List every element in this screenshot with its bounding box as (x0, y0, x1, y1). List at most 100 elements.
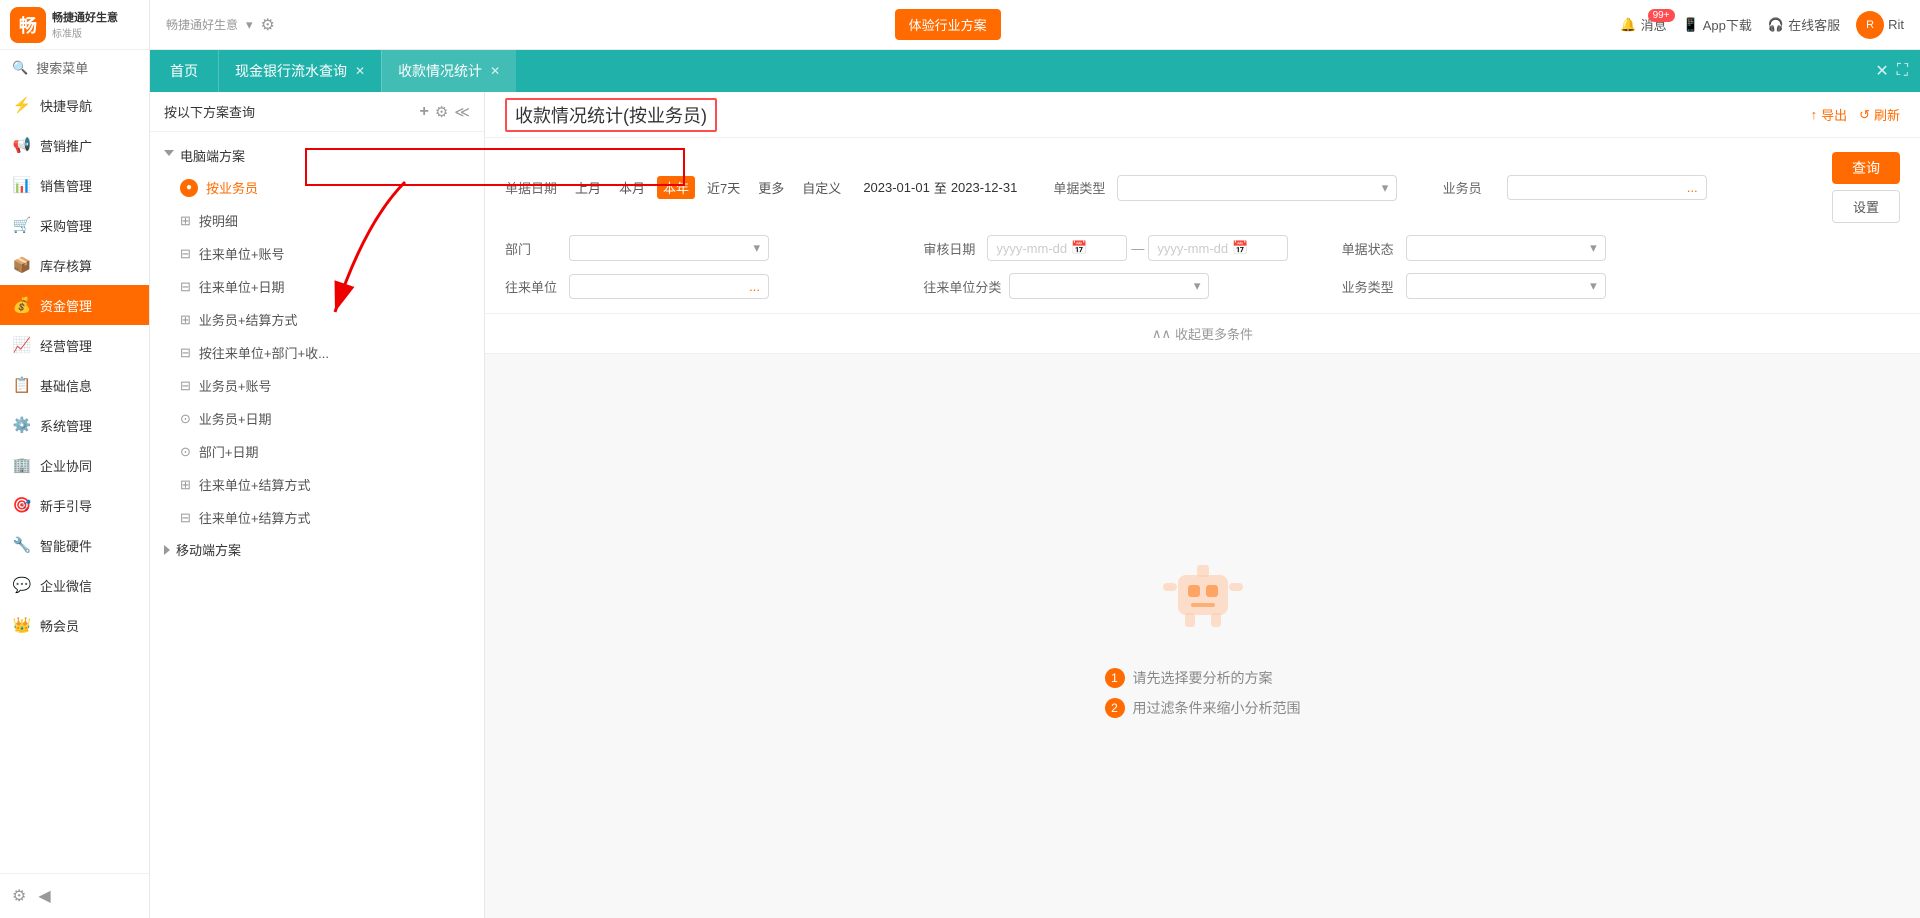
date-tab-lastmonth[interactable]: 上月 (569, 176, 607, 199)
left-panel: 按以下方案查询 + ⚙ ≪ 电脑端方案 ● (150, 92, 485, 918)
scheme-item-partner-date[interactable]: ⊟ 往来单位+日期 (150, 270, 484, 303)
sidebar-item-wechat[interactable]: 💬 企业微信 (0, 565, 149, 605)
doc-type-select[interactable]: ▾ (1117, 175, 1397, 201)
sidebar-item-operations[interactable]: 📈 经营管理 (0, 325, 149, 365)
business-type-select[interactable]: ▾ (1406, 273, 1606, 299)
sidebar-item-quicknav[interactable]: ⚡ 快捷导航 (0, 85, 149, 125)
message-badge: 99+ (1648, 9, 1675, 22)
sidebar-item-enterprise[interactable]: 🏢 企业协同 (0, 445, 149, 485)
scheme-item-partner-dept[interactable]: ⊟ 按往来单位+部门+收... (150, 336, 484, 369)
left-panel-collapse-icon[interactable]: ≪ (454, 103, 470, 121)
tab-maximize-icon[interactable]: ⛶ (1897, 62, 1908, 80)
sidebar-search[interactable]: 🔍 搜索菜单 (0, 50, 149, 85)
guide-icon: 🎯 (12, 495, 32, 515)
marketing-icon: 📢 (12, 135, 32, 155)
message-btn[interactable]: 🔔 消息 99+ (1620, 15, 1666, 34)
tab-bank[interactable]: 现金银行流水查询 ✕ (218, 50, 381, 92)
sidebar-item-purchase[interactable]: 🛒 采购管理 (0, 205, 149, 245)
scheme-icon-dd: ⊙ (180, 444, 191, 460)
collapse-btn[interactable]: ∧∧ 收起更多条件 (1152, 324, 1253, 343)
sidebar-item-system[interactable]: ⚙️ 系统管理 (0, 405, 149, 445)
scheme-item-salesperson-account[interactable]: ⊟ 业务员+账号 (150, 369, 484, 402)
sidebar-collapse-icon[interactable]: ◀ (38, 886, 50, 906)
sidebar-settings-icon[interactable]: ⚙ (12, 886, 26, 906)
trial-btn[interactable]: 体验行业方案 (895, 9, 1001, 40)
date-label: 单据日期 (505, 178, 561, 197)
sidebar-item-finance[interactable]: 💰 资金管理 (0, 285, 149, 325)
query-button[interactable]: 查询 (1832, 152, 1900, 184)
bell-icon: 🔔 (1620, 17, 1636, 33)
date-tab-thisyear[interactable]: 本年 (657, 176, 695, 199)
date-tab-custom[interactable]: 自定义 (796, 176, 847, 199)
tab-receipt[interactable]: 收款情况统计 ✕ (381, 50, 516, 92)
scheme-item-partner-settle3[interactable]: ⊟ 往来单位+结算方式 (150, 501, 484, 534)
scheme-item-partner-account[interactable]: ⊟ 往来单位+账号 (150, 237, 484, 270)
scheme-item-partner-settle2[interactable]: ⊞ 往来单位+结算方式 (150, 468, 484, 501)
tip-text-2: 用过滤条件来缩小分析范围 (1133, 698, 1301, 718)
header-dropdown-icon[interactable]: ▾ (246, 17, 253, 33)
tab-bank-close[interactable]: ✕ (355, 64, 365, 78)
tab-receipt-close[interactable]: ✕ (490, 64, 500, 78)
scheme-icon-detail: ⊞ (180, 213, 191, 229)
header-left: 畅捷通好生意 ▾ ⚙ (166, 15, 275, 35)
partner-more-icon[interactable]: ... (749, 279, 760, 294)
review-date-to-input[interactable]: yyyy-mm-dd 📅 (1148, 235, 1288, 261)
cal-icon-to[interactable]: 📅 (1232, 240, 1248, 256)
export-btn[interactable]: ↑ 导出 (1811, 105, 1848, 124)
header-settings-icon[interactable]: ⚙ (261, 15, 275, 35)
salesperson-more-icon[interactable]: ... (1687, 180, 1698, 195)
sidebar-item-hardware[interactable]: 🔧 智能硬件 (0, 525, 149, 565)
sidebar-item-marketing[interactable]: 📢 营销推广 (0, 125, 149, 165)
dept-select[interactable]: ▾ (569, 235, 769, 261)
doc-type-label: 单据类型 (1053, 178, 1109, 197)
page-content: 按以下方案查询 + ⚙ ≪ 电脑端方案 ● (150, 92, 1920, 918)
doc-status-dropdown-icon: ▾ (1590, 240, 1597, 256)
tip-num-1: 1 (1105, 668, 1125, 688)
partner-cat-select[interactable]: ▾ (1009, 273, 1209, 299)
scheme-item-salesperson-date[interactable]: ⊙ 业务员+日期 (150, 402, 484, 435)
refresh-icon: ↺ (1859, 107, 1870, 123)
filter-area: 单据日期 上月 本月 本年 近7天 更多 自定义 2023-01-01 至 (485, 138, 1920, 314)
tab-home[interactable]: 首页 (150, 50, 218, 92)
online-service-btn[interactable]: 🎧 在线客服 (1768, 15, 1840, 34)
filter-row-3: 往来单位 ... 往来单位分类 ▾ 业务 (505, 273, 1900, 299)
filter-row-1: 单据日期 上月 本月 本年 近7天 更多 自定义 2023-01-01 至 (505, 152, 1900, 223)
scheme-item-salesperson-settle[interactable]: ⊞ 业务员+结算方式 (150, 303, 484, 336)
page-title-actions: ↑ 导出 ↺ 刷新 (1811, 105, 1900, 124)
doc-status-label: 单据状态 (1342, 239, 1398, 258)
scheme-item-by-salesperson[interactable]: ● 按业务员 (150, 171, 484, 204)
search-icon: 🔍 (12, 60, 28, 76)
operations-icon: 📈 (12, 335, 32, 355)
app-download-btn[interactable]: 📱 App下载 (1683, 15, 1752, 34)
scheme-group-mobile-header[interactable]: 移动端方案 (150, 534, 484, 565)
logo-area: 畅 畅捷通好生意 标准版 (0, 0, 149, 50)
filter-row-2: 部门 ▾ 审核日期 yyyy-mm-dd 📅 (505, 235, 1900, 261)
export-icon: ↑ (1811, 107, 1818, 122)
date-separator: 至 (934, 178, 947, 197)
date-tab-more[interactable]: 更多 (752, 176, 790, 199)
doc-status-select[interactable]: ▾ (1406, 235, 1606, 261)
settings-button[interactable]: 设置 (1832, 190, 1900, 223)
sidebar-item-inventory[interactable]: 📦 库存核算 (0, 245, 149, 285)
scheme-group-desktop-header[interactable]: 电脑端方案 (150, 140, 484, 171)
add-scheme-icon[interactable]: + (420, 103, 429, 121)
cal-icon-from[interactable]: 📅 (1071, 240, 1087, 256)
scheme-item-by-detail[interactable]: ⊞ 按明细 (150, 204, 484, 237)
salesperson-input[interactable]: ... (1507, 175, 1707, 200)
member-icon: 👑 (12, 615, 32, 635)
sidebar-item-guide[interactable]: 🎯 新手引导 (0, 485, 149, 525)
collapse-icon: ∧∧ (1152, 326, 1171, 342)
sidebar-item-member[interactable]: 👑 畅会员 (0, 605, 149, 645)
scheme-settings-icon[interactable]: ⚙ (435, 103, 448, 121)
partner-input[interactable]: ... (569, 274, 769, 299)
tab-close-all-icon[interactable]: ✕ (1875, 61, 1888, 81)
date-tab-thismonth[interactable]: 本月 (613, 176, 651, 199)
sidebar-item-sales[interactable]: 📊 销售管理 (0, 165, 149, 205)
partner-label: 往来单位 (505, 277, 561, 296)
review-date-from-input[interactable]: yyyy-mm-dd 📅 (987, 235, 1127, 261)
refresh-btn[interactable]: ↺ 刷新 (1859, 105, 1900, 124)
date-tab-7days[interactable]: 近7天 (701, 176, 746, 199)
sidebar-item-basic[interactable]: 📋 基础信息 (0, 365, 149, 405)
user-menu[interactable]: R Rit (1856, 11, 1904, 39)
scheme-item-dept-date[interactable]: ⊙ 部门+日期 (150, 435, 484, 468)
